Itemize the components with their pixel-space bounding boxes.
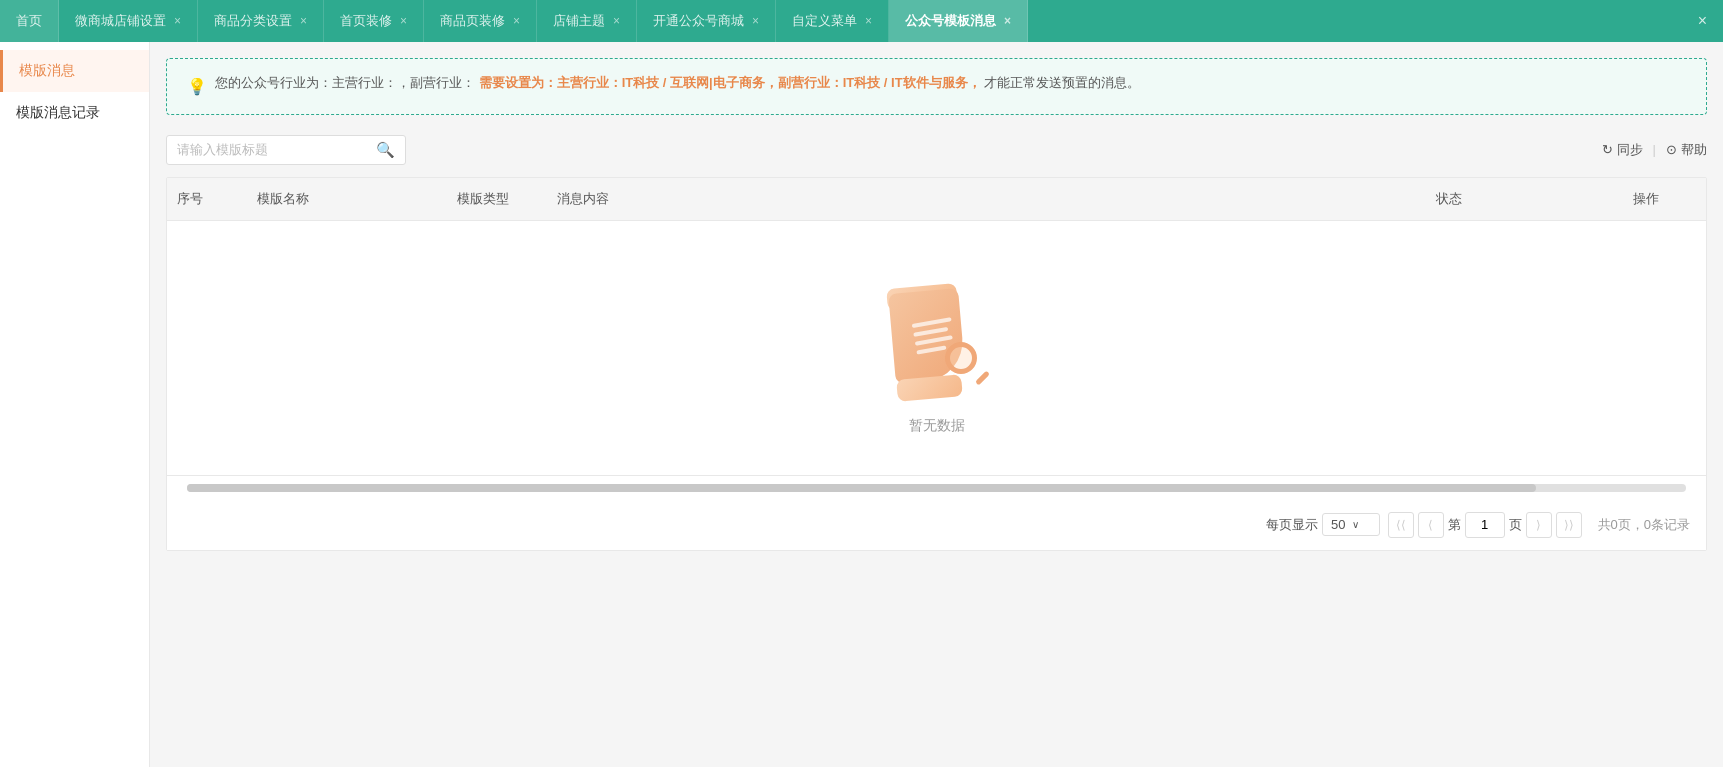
tab-bar: 首页 微商城店铺设置 × 商品分类设置 × 首页装修 × 商品页装修 × 店铺主… xyxy=(0,0,1723,42)
sync-label: 同步 xyxy=(1617,141,1643,159)
sidebar-item-template-msg[interactable]: 模版消息 xyxy=(0,50,149,92)
info-banner-suffix: 才能正常发送预置的消息。 xyxy=(984,75,1140,90)
search-input[interactable] xyxy=(177,142,376,157)
col-content-label: 消息内容 xyxy=(557,191,609,206)
col-status: 状态 xyxy=(1426,178,1586,220)
col-seq: 序号 xyxy=(167,178,247,220)
prev-page-icon: ⟨ xyxy=(1428,518,1433,532)
tab-custom-menu[interactable]: 自定义菜单 × xyxy=(776,0,889,42)
col-status-label: 状态 xyxy=(1436,191,1462,206)
first-page-icon: ⟨⟨ xyxy=(1396,518,1406,532)
main-layout: 模版消息 模版消息记录 💡 您的公众号行业为：主营行业：，副营行业： 需要设置为… xyxy=(0,42,1723,767)
close-tab-home-decor[interactable]: × xyxy=(400,14,407,28)
tab-shop-setting-label: 微商城店铺设置 xyxy=(75,12,166,30)
per-page-label: 每页显示 xyxy=(1266,516,1318,534)
next-page-icon: ⟩ xyxy=(1536,518,1541,532)
col-action-label: 操作 xyxy=(1633,191,1659,206)
tab-open-mall[interactable]: 开通公众号商城 × xyxy=(637,0,776,42)
info-banner-prefix: 您的公众号行业为：主营行业：，副营行业： xyxy=(215,75,475,90)
tab-product-decor-label: 商品页装修 xyxy=(440,12,505,30)
page-unit-label: 页 xyxy=(1509,516,1522,534)
search-box: 🔍 xyxy=(166,135,406,165)
per-page-select: 每页显示 50 ∨ xyxy=(1266,513,1379,536)
empty-state: 暂无数据 xyxy=(167,221,1706,475)
info-banner: 💡 您的公众号行业为：主营行业：，副营行业： 需要设置为：主营行业：IT科技 /… xyxy=(166,58,1707,115)
tab-open-mall-label: 开通公众号商城 xyxy=(653,12,744,30)
last-page-icon: ⟩⟩ xyxy=(1564,518,1574,532)
tab-category-setting[interactable]: 商品分类设置 × xyxy=(198,0,324,42)
first-page-button[interactable]: ⟨⟨ xyxy=(1388,512,1414,538)
scrollbar-track xyxy=(187,484,1686,492)
tab-custom-menu-label: 自定义菜单 xyxy=(792,12,857,30)
col-seq-label: 序号 xyxy=(177,191,203,206)
col-name-label: 模版名称 xyxy=(257,191,309,206)
data-table: 序号 模版名称 模版类型 消息内容 状态 操作 xyxy=(166,177,1707,551)
magnify-circle xyxy=(945,342,977,374)
help-circle-icon: ⊙ xyxy=(1666,142,1677,157)
scroll-line-4 xyxy=(916,345,946,354)
chevron-down-icon: ∨ xyxy=(1352,519,1359,530)
help-button[interactable]: ⊙ 帮助 xyxy=(1666,141,1707,159)
horizontal-scrollbar[interactable] xyxy=(167,475,1706,500)
info-banner-highlight: 需要设置为：主营行业：IT科技 / 互联网|电子商务，副营行业：IT科技 / I… xyxy=(479,75,981,90)
tab-product-decor[interactable]: 商品页装修 × xyxy=(424,0,537,42)
close-tab-shop-theme[interactable]: × xyxy=(613,14,620,28)
magnify-icon xyxy=(945,342,989,386)
tab-template-msg-label: 公众号模板消息 xyxy=(905,12,996,30)
scrollbar-thumb xyxy=(187,484,1536,492)
empty-text: 暂无数据 xyxy=(909,417,965,435)
col-action: 操作 xyxy=(1586,178,1706,220)
tab-shop-theme-label: 店铺主题 xyxy=(553,12,605,30)
tab-shop-setting[interactable]: 微商城店铺设置 × xyxy=(59,0,198,42)
prev-page-button[interactable]: ⟨ xyxy=(1418,512,1444,538)
close-tab-template-msg[interactable]: × xyxy=(1004,14,1011,28)
search-icon[interactable]: 🔍 xyxy=(376,141,395,159)
next-page-button[interactable]: ⟩ xyxy=(1526,512,1552,538)
sidebar-item-template-msg-record-label: 模版消息记录 xyxy=(16,104,100,120)
page-size-dropdown[interactable]: 50 ∨ xyxy=(1322,513,1379,536)
col-name: 模版名称 xyxy=(247,178,447,220)
sync-button[interactable]: ↻ 同步 xyxy=(1602,141,1643,159)
close-all-tabs[interactable]: × xyxy=(1682,12,1723,30)
close-tab-category-setting[interactable]: × xyxy=(300,14,307,28)
toolbar: 🔍 ↻ 同步 | ⊙ 帮助 xyxy=(166,135,1707,165)
tab-home-label: 首页 xyxy=(16,12,42,30)
total-info: 共0页，0条记录 xyxy=(1598,516,1690,534)
tab-category-setting-label: 商品分类设置 xyxy=(214,12,292,30)
help-label: 帮助 xyxy=(1681,141,1707,159)
magnify-handle xyxy=(975,370,990,385)
close-tab-custom-menu[interactable]: × xyxy=(865,14,872,28)
divider: | xyxy=(1653,142,1656,157)
col-type-label: 模版类型 xyxy=(457,191,509,206)
tab-shop-theme[interactable]: 店铺主题 × xyxy=(537,0,637,42)
sidebar: 模版消息 模版消息记录 xyxy=(0,42,150,767)
info-banner-text: 您的公众号行业为：主营行业：，副营行业： 需要设置为：主营行业：IT科技 / 互… xyxy=(215,73,1140,94)
content-area: 💡 您的公众号行业为：主营行业：，副营行业： 需要设置为：主营行业：IT科技 /… xyxy=(150,42,1723,767)
last-page-button[interactable]: ⟩⟩ xyxy=(1556,512,1582,538)
close-tab-product-decor[interactable]: × xyxy=(513,14,520,28)
col-content: 消息内容 xyxy=(547,178,1426,220)
col-type: 模版类型 xyxy=(447,178,547,220)
tab-home-decor[interactable]: 首页装修 × xyxy=(324,0,424,42)
table-header: 序号 模版名称 模版类型 消息内容 状态 操作 xyxy=(167,178,1706,221)
pagination: 每页显示 50 ∨ ⟨⟨ ⟨ 第 页 xyxy=(167,500,1706,550)
sidebar-item-template-msg-record[interactable]: 模版消息记录 xyxy=(0,92,149,134)
page-nav: ⟨⟨ ⟨ 第 页 ⟩ ⟩⟩ xyxy=(1388,512,1582,538)
page-size-value: 50 xyxy=(1331,517,1345,532)
page-text-label: 第 xyxy=(1448,516,1461,534)
sidebar-item-template-msg-label: 模版消息 xyxy=(19,62,75,78)
close-tab-open-mall[interactable]: × xyxy=(752,14,759,28)
tab-home-decor-label: 首页装修 xyxy=(340,12,392,30)
scroll-line-2 xyxy=(913,326,948,336)
scroll-line-1 xyxy=(911,317,951,328)
toolbar-right: ↻ 同步 | ⊙ 帮助 xyxy=(1602,141,1707,159)
bulb-icon: 💡 xyxy=(187,74,207,100)
close-tab-shop-setting[interactable]: × xyxy=(174,14,181,28)
tab-template-msg[interactable]: 公众号模板消息 × xyxy=(889,0,1028,42)
page-number-input[interactable] xyxy=(1465,512,1505,538)
tab-home[interactable]: 首页 xyxy=(0,0,59,42)
sync-icon: ↻ xyxy=(1602,142,1613,157)
empty-icon xyxy=(877,281,997,401)
